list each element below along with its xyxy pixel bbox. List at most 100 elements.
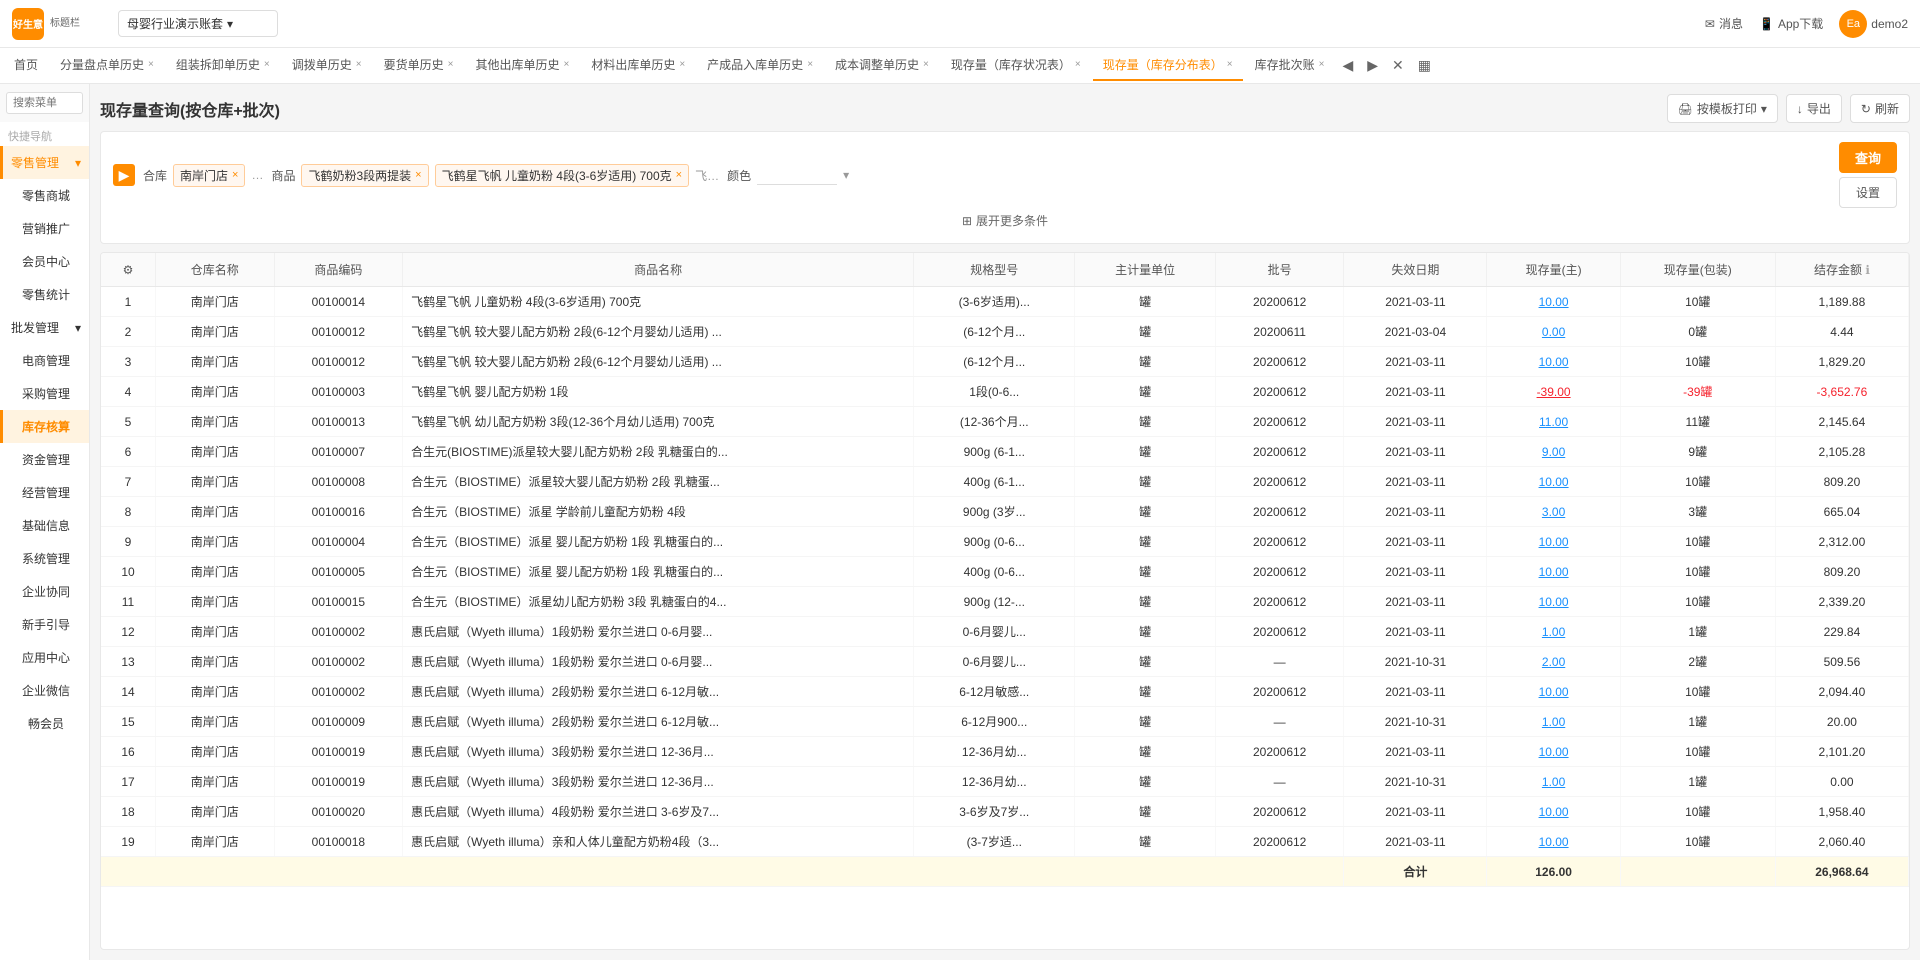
cell-batch: 20200612 xyxy=(1215,287,1343,317)
cell-qty-main[interactable]: 10.00 xyxy=(1487,827,1620,857)
sidebar-item-operations[interactable]: 经营管理 xyxy=(0,476,89,509)
tab-request[interactable]: 要货单历史 × xyxy=(374,50,464,81)
refresh-button[interactable]: ↻ 刷新 xyxy=(1850,94,1910,123)
filter-product-close2-icon[interactable]: × xyxy=(676,169,682,181)
sidebar-item-basic[interactable]: 基础信息 xyxy=(0,509,89,542)
cell-qty-main[interactable]: 3.00 xyxy=(1487,497,1620,527)
search-input[interactable] xyxy=(6,92,83,114)
tab-close-icon[interactable]: × xyxy=(1319,59,1325,70)
filter-product-close1-icon[interactable]: × xyxy=(415,169,421,181)
tab-transfer[interactable]: 调拨单历史 × xyxy=(282,50,372,81)
app-download-btn[interactable]: 📱 App下载 xyxy=(1759,15,1823,32)
cell-batch: 20200612 xyxy=(1215,407,1343,437)
tab-close-icon[interactable]: × xyxy=(679,59,685,70)
print-button[interactable]: 🖨 按模板打印 ▾ xyxy=(1667,94,1778,123)
tab-batch-voucher[interactable]: 库存批次账 × xyxy=(1245,50,1335,81)
company-dropdown[interactable]: 母婴行业演示账套 ▾ xyxy=(118,10,278,37)
filter-color-label: 颜色 xyxy=(727,167,751,184)
sidebar-item-retail-store[interactable]: 零售商城 xyxy=(0,179,89,212)
tab-close-icon[interactable]: × xyxy=(448,59,454,70)
sidebar-item-finance[interactable]: 资金管理 xyxy=(0,443,89,476)
tab-close-icon[interactable]: × xyxy=(807,59,813,70)
sidebar-item-enterprise[interactable]: 企业协同 xyxy=(0,575,89,608)
tab-material-out[interactable]: 材料出库单历史 × xyxy=(581,50,695,81)
filter-product-more[interactable]: 飞… xyxy=(695,167,719,184)
tab-close-icon[interactable]: × xyxy=(923,59,929,70)
filter-expand-btn[interactable]: ▶ xyxy=(113,164,135,186)
cell-spec: 1段(0-6... xyxy=(914,377,1075,407)
tab-product-in[interactable]: 产成品入库单历史 × xyxy=(697,50,823,81)
tab-close-icon[interactable]: × xyxy=(264,59,270,70)
sidebar-item-inventory[interactable]: 库存核算 xyxy=(0,410,89,443)
settings-button[interactable]: 设置 xyxy=(1839,177,1897,208)
filter-warehouse-close-icon[interactable]: × xyxy=(232,169,238,181)
sidebar-item-ecommerce[interactable]: 电商管理 xyxy=(0,344,89,377)
expand-more-btn[interactable]: ⊞ 展开更多条件 xyxy=(962,212,1048,229)
sidebar-item-wechat[interactable]: 企业微信 xyxy=(0,674,89,707)
export-button[interactable]: ↓ 导出 xyxy=(1786,94,1842,123)
cell-qty-main[interactable]: 10.00 xyxy=(1487,737,1620,767)
tabs-menu-btn[interactable]: ▦ xyxy=(1412,53,1437,78)
cell-qty-main[interactable]: 10.00 xyxy=(1487,347,1620,377)
filter-warehouse-more[interactable]: … xyxy=(251,168,263,182)
cell-qty-main[interactable]: 10.00 xyxy=(1487,677,1620,707)
cell-code: 00100002 xyxy=(274,617,402,647)
tabs-prev-btn[interactable]: ◀ xyxy=(1336,53,1359,78)
cell-warehouse: 南岸门店 xyxy=(155,587,274,617)
page-actions: 🖨 按模板打印 ▾ ↓ 导出 ↻ 刷新 xyxy=(1667,94,1910,123)
sidebar-item-purchase[interactable]: 采购管理 xyxy=(0,377,89,410)
col-settings[interactable]: ⚙ xyxy=(101,253,155,287)
sidebar-item-wholesale[interactable]: 批发管理 ▾ xyxy=(0,311,89,344)
cell-qty-main[interactable]: 9.00 xyxy=(1487,437,1620,467)
cell-amount: 665.04 xyxy=(1775,497,1908,527)
sidebar-item-guide[interactable]: 新手引导 xyxy=(0,608,89,641)
filter-warehouse-tag[interactable]: 南岸门店 × xyxy=(173,164,245,187)
tab-close-icon[interactable]: × xyxy=(1075,59,1081,70)
cell-qty-main[interactable]: 10.00 xyxy=(1487,527,1620,557)
user-profile-btn[interactable]: Ea demo2 xyxy=(1839,10,1908,38)
filter-product-tag1[interactable]: 飞鹤奶粉3段两提装 × xyxy=(301,164,428,187)
tab-other-out[interactable]: 其他出库单历史 × xyxy=(465,50,579,81)
tab-inventory-dist[interactable]: 现存量（库存分布表） × xyxy=(1093,50,1243,81)
search-button[interactable]: 查询 xyxy=(1839,142,1897,173)
tab-close-icon[interactable]: × xyxy=(1227,59,1233,70)
filter-product-value2: 飞鹤星飞帆 儿童奶粉 4段(3-6岁适用) 700克 xyxy=(442,167,672,184)
cell-qty-main[interactable]: 2.00 xyxy=(1487,647,1620,677)
cell-qty-main[interactable]: 1.00 xyxy=(1487,617,1620,647)
cell-qty-main[interactable]: 11.00 xyxy=(1487,407,1620,437)
tab-partial-inventory[interactable]: 分量盘点单历史 × xyxy=(50,50,164,81)
filter-product-tag2[interactable]: 飞鹤星飞帆 儿童奶粉 4段(3-6岁适用) 700克 × xyxy=(435,164,689,187)
tabs-close-btn[interactable]: ✕ xyxy=(1386,53,1410,78)
filter-product-value1: 飞鹤奶粉3段两提装 xyxy=(308,167,411,184)
cell-amount: 2,145.64 xyxy=(1775,407,1908,437)
cell-qty-main[interactable]: 10.00 xyxy=(1487,797,1620,827)
tab-home[interactable]: 首页 xyxy=(4,50,48,81)
sidebar-item-apps[interactable]: 应用中心 xyxy=(0,641,89,674)
messages-btn[interactable]: ✉ 消息 xyxy=(1705,15,1743,32)
cell-qty-pkg: 1罐 xyxy=(1620,767,1775,797)
tab-close-icon[interactable]: × xyxy=(563,59,569,70)
cell-qty-main[interactable]: 1.00 xyxy=(1487,707,1620,737)
cell-qty-main[interactable]: -39.00 xyxy=(1487,377,1620,407)
cell-qty-main[interactable]: 10.00 xyxy=(1487,287,1620,317)
cell-qty-main[interactable]: 0.00 xyxy=(1487,317,1620,347)
sidebar-item-member[interactable]: 会员中心 xyxy=(0,245,89,278)
sidebar-item-retail-stats[interactable]: 零售统计 xyxy=(0,278,89,311)
tab-close-icon[interactable]: × xyxy=(356,59,362,70)
cell-qty-main[interactable]: 10.00 xyxy=(1487,467,1620,497)
tabs-next-btn[interactable]: ▶ xyxy=(1361,53,1384,78)
col-amount-info-icon[interactable]: ℹ xyxy=(1865,263,1870,277)
sidebar-item-marketing[interactable]: 营销推广 xyxy=(0,212,89,245)
tab-close-icon[interactable]: × xyxy=(148,59,154,70)
tab-inventory-status[interactable]: 现存量（库存状况表） × xyxy=(941,50,1091,81)
color-dropdown-icon[interactable]: ▾ xyxy=(843,168,849,182)
tab-disassembly[interactable]: 组装拆卸单历史 × xyxy=(166,50,280,81)
cell-qty-main[interactable]: 10.00 xyxy=(1487,557,1620,587)
cell-no: 19 xyxy=(101,827,155,857)
sidebar-item-retail-mgmt[interactable]: 零售管理 ▾ xyxy=(0,146,89,179)
cell-qty-main[interactable]: 1.00 xyxy=(1487,767,1620,797)
cell-qty-main[interactable]: 10.00 xyxy=(1487,587,1620,617)
sidebar-item-system[interactable]: 系统管理 xyxy=(0,542,89,575)
tab-cost-adjust[interactable]: 成本调整单历史 × xyxy=(825,50,939,81)
sidebar-item-member2[interactable]: 畅会员 xyxy=(0,707,89,740)
